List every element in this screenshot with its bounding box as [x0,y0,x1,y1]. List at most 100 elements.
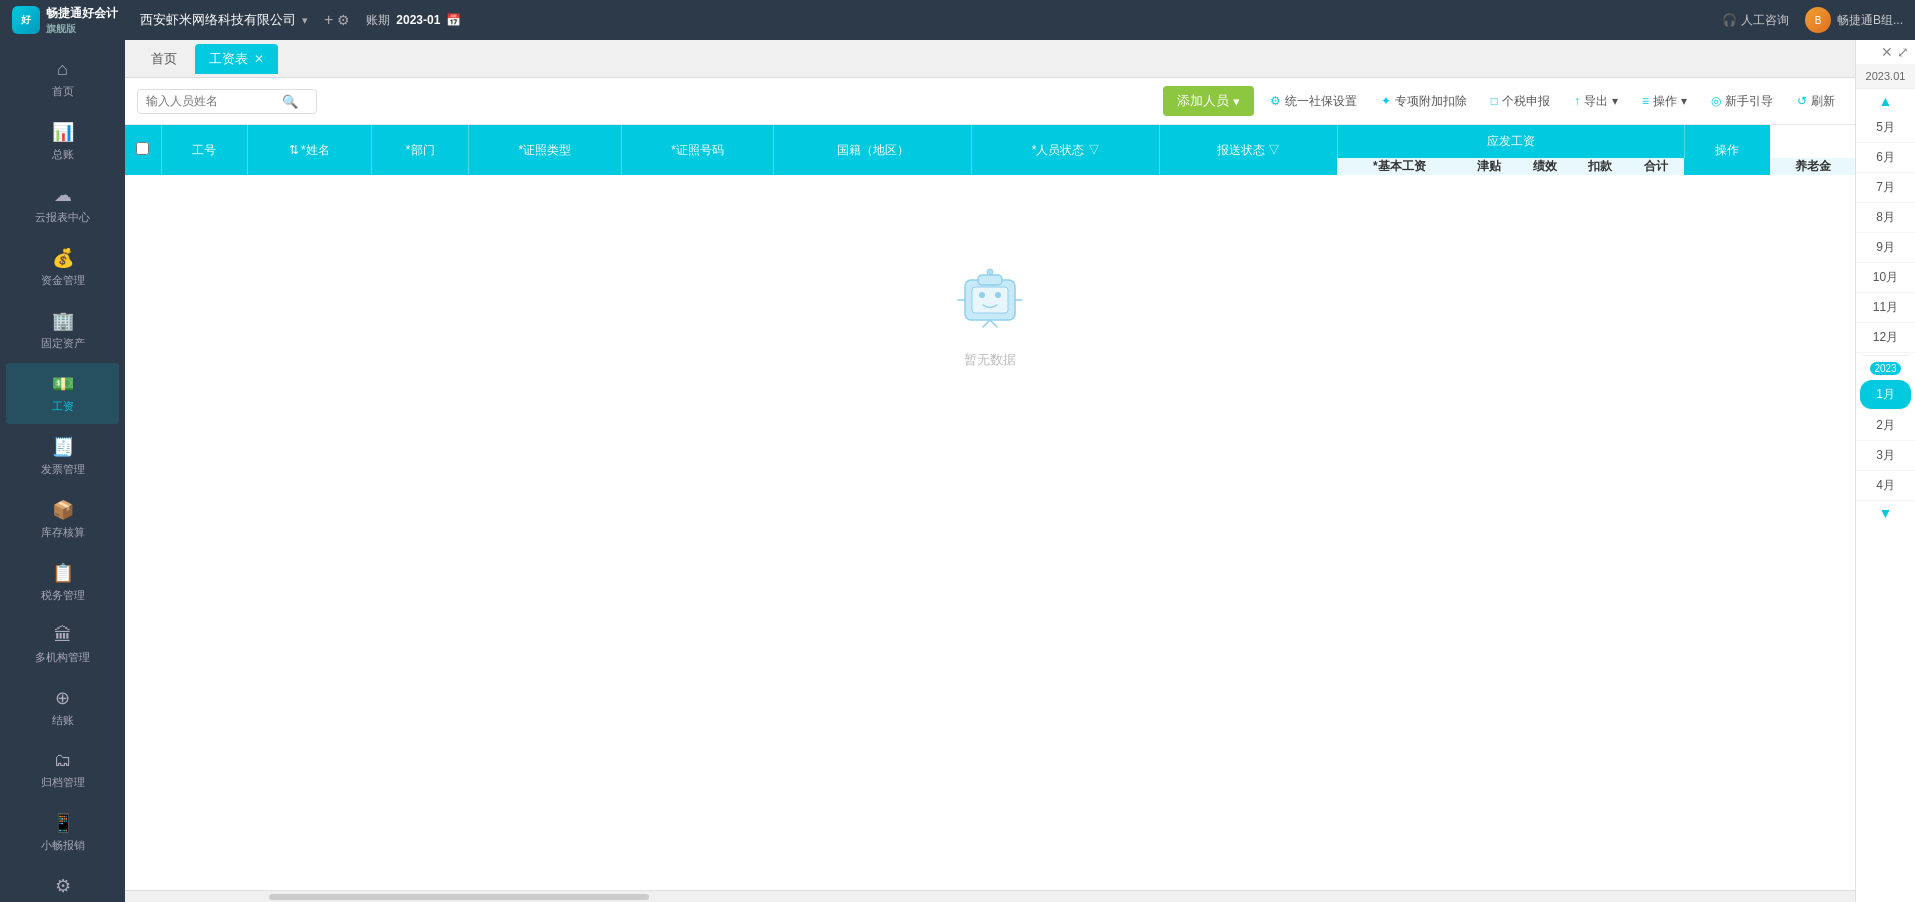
guide-toolbar-label: 新手引导 [1725,93,1773,110]
rp-month-6[interactable]: 6月 [1856,143,1915,173]
tax-icon: 📋 [52,562,74,584]
add-person-button[interactable]: 添加人员 ▾ [1163,86,1254,116]
toolbar: 🔍 添加人员 ▾ ⚙ 统一社保设置 ✦ 专项附加扣除 □ 个税申报 [125,78,1855,125]
rp-month-11[interactable]: 11月 [1856,293,1915,323]
export-label: 导出 [1584,93,1608,110]
period-info: 账期 2023-01 📅 [366,12,461,29]
rp-month-7[interactable]: 7月 [1856,173,1915,203]
sidebar-label-home: 首页 [52,84,74,99]
th-nationality: 国籍（地区） [774,125,972,175]
add-company-button[interactable]: + [324,11,333,29]
rp-month-12[interactable]: 12月 [1856,323,1915,353]
sidebar-label-archive: 归档管理 [41,775,85,790]
th-operations: 操作 [1684,125,1770,175]
empty-state: 暂无数据 [125,175,1855,449]
operations-icon: ≡ [1642,94,1649,108]
logo-area: 好 畅捷通好会计 旗舰版 [12,5,132,36]
tab-home-label: 首页 [151,51,177,66]
svg-rect-2 [978,275,1002,285]
rp-month-1-active[interactable]: 1月 [1860,380,1911,410]
service-button[interactable]: 🎧 人工咨询 [1722,12,1789,29]
user-name: 畅捷通B组... [1837,12,1903,29]
avatar: B [1805,7,1831,33]
rp-month-2[interactable]: 2月 [1856,411,1915,441]
svg-point-4 [995,292,1001,298]
sidebar-item-ledger[interactable]: 📊 总账 [6,111,119,172]
th-checkbox[interactable] [125,125,161,175]
social-security-label: 统一社保设置 [1285,93,1357,110]
multi-org-icon: 🏛 [54,625,72,646]
company-selector[interactable]: 西安虾米网络科技有限公司 ▾ [132,7,316,33]
sidebar-item-fund[interactable]: 💰 资金管理 [6,237,119,298]
fund-icon: 💰 [52,247,74,269]
tax-return-button[interactable]: □ 个税申报 [1483,89,1558,114]
sidebar-item-inventory[interactable]: 📦 库存核算 [6,489,119,550]
guide-toolbar-button[interactable]: ◎ 新手引导 [1703,89,1781,114]
refresh-button[interactable]: ↺ 刷新 [1789,89,1843,114]
user-area[interactable]: B 畅捷通B组... [1805,7,1903,33]
th-report-status[interactable]: 报送状态 ▽ [1160,125,1337,175]
sidebar-item-invoice[interactable]: 🧾 发票管理 [6,426,119,487]
rp-next-button[interactable]: ▼ [1856,501,1915,525]
special-deduction-label: 专项附加扣除 [1395,93,1467,110]
scroll-thumb[interactable] [269,894,649,900]
rp-month-5[interactable]: 5月 [1856,113,1915,143]
sidebar-item-expense[interactable]: 📱 小畅报销 [6,802,119,863]
select-all-checkbox[interactable] [136,142,149,155]
sidebar-item-archive[interactable]: 🗂 归档管理 [6,740,119,800]
refresh-icon: ↺ [1797,94,1807,108]
rp-expand-button[interactable]: ⤢ [1897,44,1909,60]
search-box: 🔍 [137,89,317,114]
sidebar-item-salary[interactable]: 💵 工资 [6,363,119,424]
sidebar-item-tax[interactable]: 📋 税务管理 [6,552,119,613]
app-title: 畅捷通好会计 [46,5,118,22]
rp-month-8[interactable]: 8月 [1856,203,1915,233]
tab-salary-label: 工资表 [209,50,248,68]
sidebar-label-ledger: 总账 [52,147,74,162]
settings-button[interactable]: ⚙ [337,12,350,28]
sidebar-label-invoice: 发票管理 [41,462,85,477]
company-name: 西安虾米网络科技有限公司 [140,11,296,29]
th-name[interactable]: ⇅*姓名 [247,125,372,175]
social-security-button[interactable]: ⚙ 统一社保设置 [1262,89,1365,114]
sidebar-label-salary: 工资 [52,399,74,414]
sidebar-label-expense: 小畅报销 [41,838,85,853]
special-deduction-button[interactable]: ✦ 专项附加扣除 [1373,89,1475,114]
rp-month-10[interactable]: 10月 [1856,263,1915,293]
rp-close-button[interactable]: ✕ [1881,44,1893,60]
rp-header: 2023.01 [1856,64,1915,89]
sidebar-item-multi-org[interactable]: 🏛 多机构管理 [6,615,119,675]
app-subtitle: 旗舰版 [46,22,118,36]
operations-dropdown-icon: ▾ [1681,94,1687,108]
th-emp-status[interactable]: *人员状态 ▽ [972,125,1160,175]
tax-return-icon: □ [1491,94,1498,108]
svg-point-3 [979,292,985,298]
sidebar-item-home[interactable]: ⌂ 首页 [6,49,119,109]
tab-salary-close[interactable]: ✕ [254,52,264,66]
operations-button[interactable]: ≡ 操作 ▾ [1634,89,1695,114]
sidebar-item-fixed-assets[interactable]: 🏢 固定资产 [6,300,119,361]
th-emp-no: 工号 [161,125,247,175]
calendar-icon[interactable]: 📅 [446,13,461,27]
tab-salary[interactable]: 工资表 ✕ [195,44,278,74]
export-button[interactable]: ↑ 导出 ▾ [1566,89,1626,114]
scroll-indicator [125,890,1855,902]
sidebar-item-close[interactable]: ⊕ 结账 [6,677,119,738]
right-panel: ✕ ⤢ 2023.01 ▲ 5月 6月 7月 8月 9月 10月 11月 12月… [1855,40,1915,902]
sidebar-item-settings[interactable]: ⚙ 基础设置 [6,865,119,902]
search-input[interactable] [146,94,276,108]
th-performance: 绩效 [1517,158,1573,175]
top-header: 好 畅捷通好会计 旗舰版 西安虾米网络科技有限公司 ▾ + ⚙ 账期 2023-… [0,0,1915,40]
rp-month-3[interactable]: 3月 [1856,441,1915,471]
rp-month-9[interactable]: 9月 [1856,233,1915,263]
rp-prev-button[interactable]: ▲ [1856,89,1915,113]
tab-home[interactable]: 首页 [137,44,191,74]
invoice-icon: 🧾 [52,436,74,458]
company-dropdown-icon: ▾ [302,14,308,27]
rp-month-4[interactable]: 4月 [1856,471,1915,501]
emp-status-filter-icon: ▽ [1088,143,1100,157]
archive-icon: 🗂 [54,750,72,771]
sidebar-item-cloud-report[interactable]: ☁ 云报表中心 [6,174,119,235]
sidebar-label-tax: 税务管理 [41,588,85,603]
tabs-bar: 首页 工资表 ✕ [125,40,1855,78]
